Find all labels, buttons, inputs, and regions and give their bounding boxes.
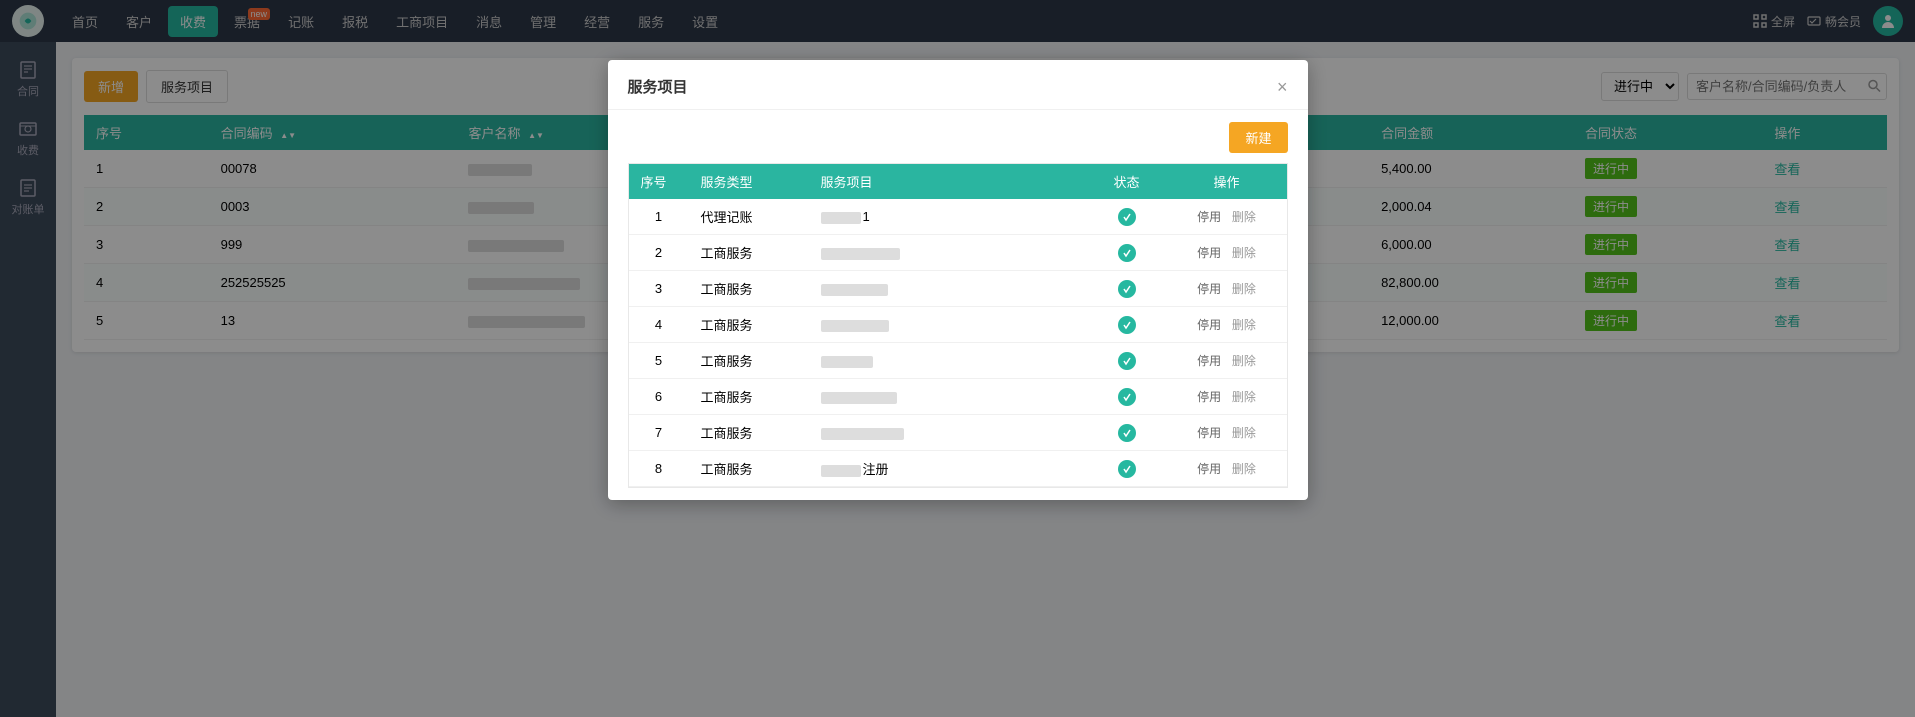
modal-cell-item: 注册 [809, 451, 1087, 487]
modal-header: 服务项目 × [608, 60, 1308, 110]
modal-cell-item [809, 235, 1087, 271]
modal-cell-status [1087, 451, 1167, 487]
modal-cell-status [1087, 199, 1167, 235]
modal-cell-status [1087, 307, 1167, 343]
modal-cell-item [809, 415, 1087, 451]
modal-new-button[interactable]: 新建 [1229, 122, 1287, 153]
modal-cell-seq: 7 [629, 415, 689, 451]
modal-cell-type: 工商服务 [689, 343, 809, 379]
modal-cell-actions: 停用 删除 [1167, 415, 1287, 451]
stop-button[interactable]: 停用 [1197, 318, 1221, 332]
status-icon [1118, 388, 1136, 406]
modal-cell-type: 工商服务 [689, 451, 809, 487]
status-icon [1118, 352, 1136, 370]
modal-cell-type: 代理记账 [689, 199, 809, 235]
modal-cell-status [1087, 379, 1167, 415]
delete-button[interactable]: 删除 [1232, 462, 1256, 476]
status-icon [1118, 244, 1136, 262]
stop-button[interactable]: 停用 [1197, 210, 1221, 224]
modal-close-button[interactable]: × [1277, 78, 1288, 96]
modal-overlay[interactable]: 服务项目 × 新建 序号 服务类型 服务项目 状态 操作 [0, 0, 1915, 717]
stop-button[interactable]: 停用 [1197, 282, 1221, 296]
modal-table-row: 2 工商服务 停用 删除 [629, 235, 1287, 271]
modal-cell-seq: 4 [629, 307, 689, 343]
modal-cell-item [809, 379, 1087, 415]
status-icon [1118, 280, 1136, 298]
modal-table-wrap[interactable]: 序号 服务类型 服务项目 状态 操作 1 代理记账 1 停用 删除 [628, 163, 1288, 488]
modal-cell-seq: 3 [629, 271, 689, 307]
modal-cell-status [1087, 415, 1167, 451]
status-icon [1118, 424, 1136, 442]
modal-cell-actions: 停用 删除 [1167, 199, 1287, 235]
stop-button[interactable]: 停用 [1197, 426, 1221, 440]
status-icon [1118, 208, 1136, 226]
stop-button[interactable]: 停用 [1197, 390, 1221, 404]
delete-button[interactable]: 删除 [1232, 282, 1256, 296]
modal-col-status: 状态 [1087, 164, 1167, 199]
modal-cell-item [809, 271, 1087, 307]
modal-cell-actions: 停用 删除 [1167, 451, 1287, 487]
delete-button[interactable]: 删除 [1232, 390, 1256, 404]
modal-cell-actions: 停用 删除 [1167, 343, 1287, 379]
modal-table-row: 5 工商服务 停用 删除 [629, 343, 1287, 379]
delete-button[interactable]: 删除 [1232, 426, 1256, 440]
modal-body: 新建 序号 服务类型 服务项目 状态 操作 1 代理记账 1 [608, 110, 1308, 500]
modal-cell-seq: 6 [629, 379, 689, 415]
delete-button[interactable]: 删除 [1232, 354, 1256, 368]
modal-cell-status [1087, 343, 1167, 379]
modal-cell-type: 工商服务 [689, 415, 809, 451]
modal-cell-actions: 停用 删除 [1167, 271, 1287, 307]
stop-button[interactable]: 停用 [1197, 462, 1221, 476]
modal-cell-type: 工商服务 [689, 235, 809, 271]
status-icon [1118, 316, 1136, 334]
modal-table-row: 8 工商服务 注册 停用 删除 [629, 451, 1287, 487]
modal-table-row: 3 工商服务 停用 删除 [629, 271, 1287, 307]
modal-table-row: 6 工商服务 停用 删除 [629, 379, 1287, 415]
modal-cell-item [809, 307, 1087, 343]
modal-cell-seq: 2 [629, 235, 689, 271]
modal-col-seq: 序号 [629, 164, 689, 199]
modal-col-action: 操作 [1167, 164, 1287, 199]
status-icon [1118, 460, 1136, 478]
modal-title: 服务项目 [628, 76, 688, 97]
delete-button[interactable]: 删除 [1232, 246, 1256, 260]
modal-cell-seq: 1 [629, 199, 689, 235]
modal-toolbar: 新建 [628, 122, 1288, 153]
modal-cell-item [809, 343, 1087, 379]
modal-col-item: 服务项目 [809, 164, 1087, 199]
modal-cell-status [1087, 235, 1167, 271]
modal-cell-seq: 8 [629, 451, 689, 487]
modal-col-type: 服务类型 [689, 164, 809, 199]
modal-cell-type: 工商服务 [689, 379, 809, 415]
modal-table: 序号 服务类型 服务项目 状态 操作 1 代理记账 1 停用 删除 [629, 164, 1287, 487]
modal-cell-actions: 停用 删除 [1167, 307, 1287, 343]
delete-button[interactable]: 删除 [1232, 318, 1256, 332]
modal-cell-actions: 停用 删除 [1167, 235, 1287, 271]
service-modal: 服务项目 × 新建 序号 服务类型 服务项目 状态 操作 [608, 60, 1308, 500]
delete-button[interactable]: 删除 [1232, 210, 1256, 224]
modal-cell-actions: 停用 删除 [1167, 379, 1287, 415]
modal-table-row: 4 工商服务 停用 删除 [629, 307, 1287, 343]
modal-cell-type: 工商服务 [689, 307, 809, 343]
stop-button[interactable]: 停用 [1197, 354, 1221, 368]
modal-table-row: 7 工商服务 停用 删除 [629, 415, 1287, 451]
stop-button[interactable]: 停用 [1197, 246, 1221, 260]
modal-cell-item: 1 [809, 199, 1087, 235]
modal-cell-status [1087, 271, 1167, 307]
modal-cell-seq: 5 [629, 343, 689, 379]
modal-table-row: 1 代理记账 1 停用 删除 [629, 199, 1287, 235]
modal-cell-type: 工商服务 [689, 271, 809, 307]
